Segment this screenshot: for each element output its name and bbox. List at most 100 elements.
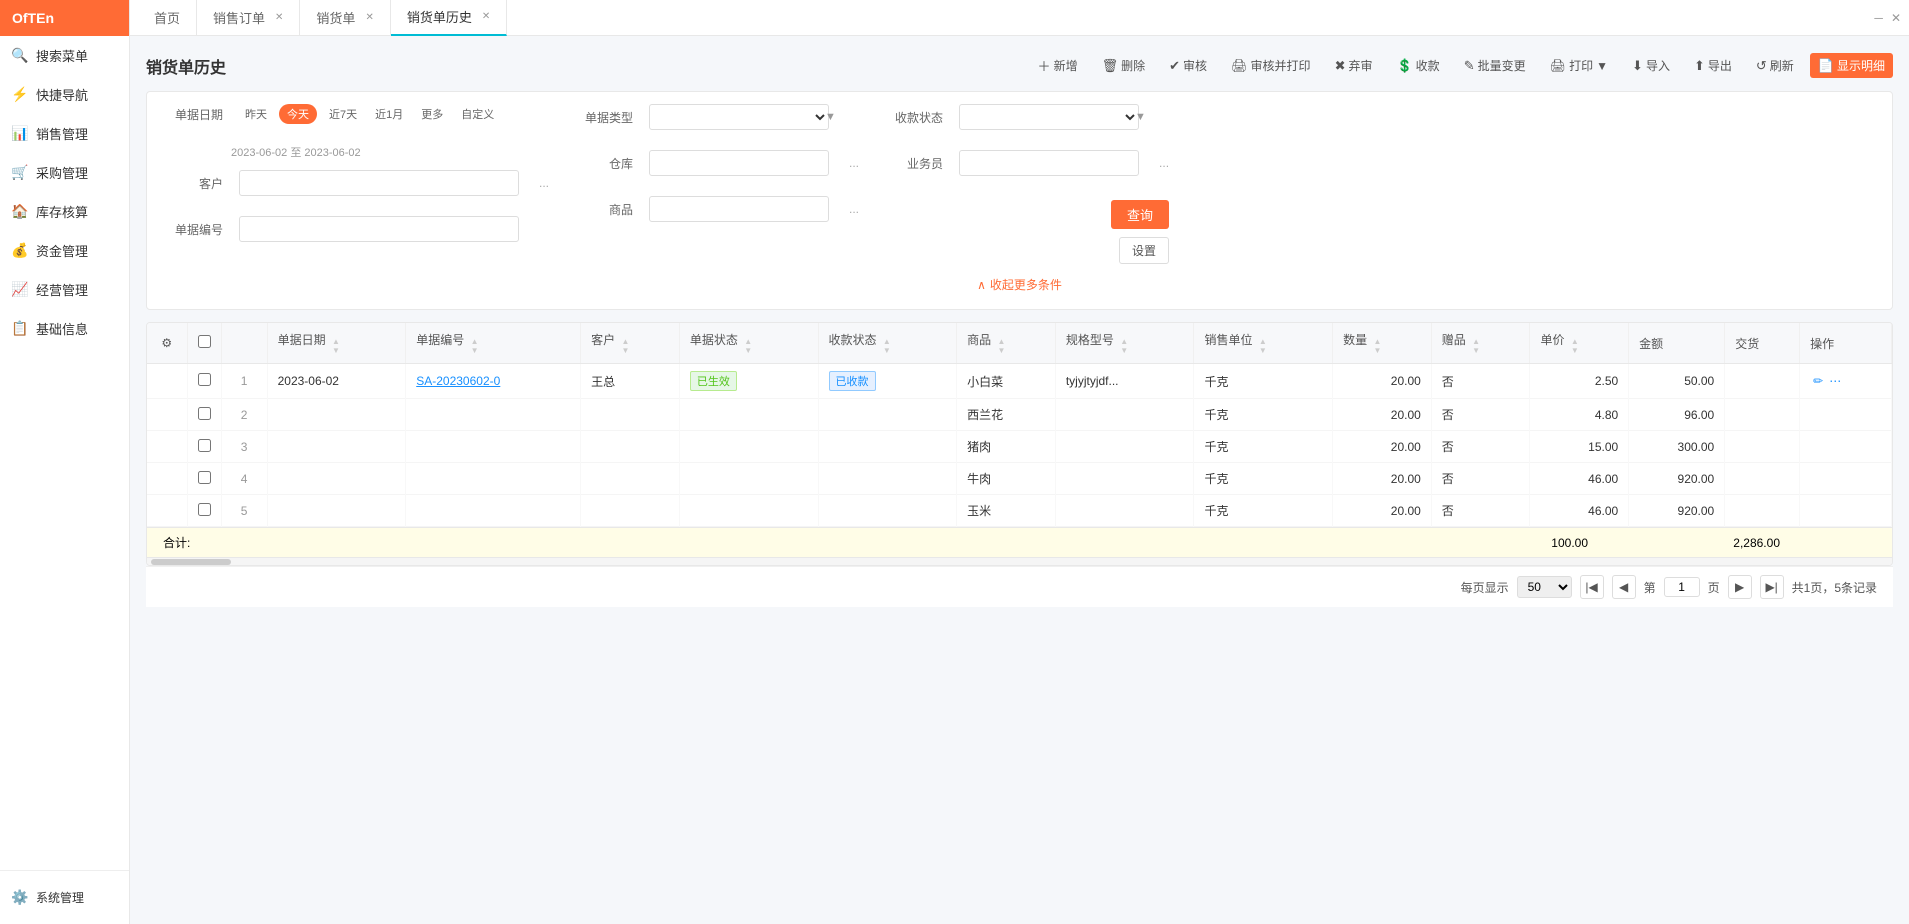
sort-collection-icon: ▲▼: [883, 338, 891, 355]
cell-checkbox[interactable]: [187, 495, 221, 527]
collect-button[interactable]: 💲 收款: [1388, 53, 1447, 78]
warehouse-dots[interactable]: ...: [849, 156, 859, 170]
cell-checkbox[interactable]: [187, 463, 221, 495]
batch-change-button[interactable]: ✎ 批量变更: [1456, 53, 1534, 78]
tab-sales-order-close[interactable]: ✕: [275, 12, 283, 23]
col-gift[interactable]: 赠品 ▲▼: [1431, 323, 1530, 364]
cell-doc-no[interactable]: [406, 431, 581, 463]
date-btn-1month[interactable]: 近1月: [369, 104, 409, 124]
salesperson-dots[interactable]: ...: [1159, 156, 1169, 170]
show-detail-button[interactable]: 📄 显示明细: [1810, 53, 1893, 78]
row-checkbox-2[interactable]: [198, 439, 211, 452]
import-button[interactable]: ⬇ 导入: [1624, 53, 1678, 78]
salesperson-input[interactable]: [959, 150, 1139, 176]
date-btn-today[interactable]: 今天: [279, 104, 317, 124]
col-customer[interactable]: 客户 ▲▼: [581, 323, 680, 364]
cell-settings: [147, 463, 187, 495]
cell-checkbox[interactable]: [187, 431, 221, 463]
close-window-icon[interactable]: ✕: [1891, 11, 1901, 25]
cell-checkbox[interactable]: [187, 399, 221, 431]
cell-doc-no[interactable]: [406, 495, 581, 527]
col-unit[interactable]: 销售单位 ▲▼: [1194, 323, 1333, 364]
row-checkbox-0[interactable]: [198, 373, 211, 386]
minimize-icon[interactable]: ─: [1874, 11, 1883, 25]
tab-home[interactable]: 首页: [138, 0, 197, 36]
date-btn-yesterday[interactable]: 昨天: [239, 104, 273, 124]
page-last-btn[interactable]: ▶|: [1760, 575, 1784, 599]
goods-dots[interactable]: ...: [849, 202, 859, 216]
col-collection-status[interactable]: 收款状态 ▲▼: [818, 323, 957, 364]
col-doc-date[interactable]: 单据日期 ▲▼: [267, 323, 406, 364]
tab-sales-history[interactable]: 销货单历史 ✕: [391, 0, 507, 36]
content-area: 销货单历史 ＋ 新增 🗑 删除 ✔ 审核 🖨 审核并打印: [130, 36, 1909, 924]
sidebar-item-finance[interactable]: 💰 资金管理: [0, 231, 129, 270]
cell-rownum: 4: [221, 463, 267, 495]
page-size-select[interactable]: 50 100: [1517, 576, 1572, 598]
goods-input[interactable]: [649, 196, 829, 222]
delete-button[interactable]: 🗑 删除: [1094, 53, 1154, 78]
cell-unit-price: 46.00: [1530, 495, 1629, 527]
export-button[interactable]: ⬆ 导出: [1686, 53, 1740, 78]
op-edit-btn[interactable]: ✏: [1813, 374, 1823, 388]
col-unit-price[interactable]: 单价 ▲▼: [1530, 323, 1629, 364]
page-number-input[interactable]: [1664, 577, 1700, 597]
collapse-more-btn[interactable]: ∧ 收起更多条件: [973, 272, 1066, 297]
abandon-button[interactable]: ✖ 弃审: [1327, 53, 1381, 78]
summary-total-quantity: 100.00: [1508, 536, 1588, 550]
sidebar-item-search-menu[interactable]: 🔍 搜索菜单: [0, 36, 129, 75]
tab-sales-goods[interactable]: 销货单 ✕: [300, 0, 390, 36]
cell-doc-no[interactable]: [406, 399, 581, 431]
cell-doc-no[interactable]: [406, 463, 581, 495]
sidebar-item-system-mgmt[interactable]: ⚙️ 系统管理: [0, 879, 129, 916]
review-button[interactable]: ✔ 审核: [1161, 53, 1215, 78]
refresh-button[interactable]: ↺ 刷新: [1748, 53, 1802, 78]
sidebar-item-inventory[interactable]: 🏠 库存核算: [0, 192, 129, 231]
date-filter-row: 单据日期 昨天 今天 近7天 近1月 更多 自定义: [163, 104, 549, 124]
doctype-select[interactable]: [649, 104, 829, 130]
page-next-btn[interactable]: ▶: [1728, 575, 1752, 599]
sidebar-item-purchase-mgmt[interactable]: 🛒 采购管理: [0, 153, 129, 192]
set-button[interactable]: 设置: [1119, 237, 1169, 264]
h-scroll[interactable]: [147, 557, 1892, 565]
sidebar-item-basic-info[interactable]: 📋 基础信息: [0, 309, 129, 348]
cell-checkbox[interactable]: [187, 364, 221, 399]
page-prev-btn[interactable]: ◀: [1612, 575, 1636, 599]
col-quantity[interactable]: 数量 ▲▼: [1333, 323, 1432, 364]
row-checkbox-4[interactable]: [198, 503, 211, 516]
sidebar-item-quick-nav[interactable]: ⚡ 快捷导航: [0, 75, 129, 114]
collection-status-select[interactable]: [959, 104, 1139, 130]
tab-sales-order[interactable]: 销售订单 ✕: [197, 0, 300, 36]
sidebar-item-operations[interactable]: 📈 经营管理: [0, 270, 129, 309]
cell-settings: [147, 431, 187, 463]
review-print-button[interactable]: 🖨 审核并打印: [1223, 53, 1319, 78]
col-goods[interactable]: 商品 ▲▼: [957, 323, 1056, 364]
customer-input[interactable]: [239, 170, 519, 196]
col-spec[interactable]: 规格型号 ▲▼: [1055, 323, 1194, 364]
docno-input[interactable]: [239, 216, 519, 242]
col-settings[interactable]: ⚙: [147, 323, 187, 364]
col-doc-status[interactable]: 单据状态 ▲▼: [679, 323, 818, 364]
date-btn-custom[interactable]: 自定义: [455, 104, 500, 124]
cell-unit: 千克: [1194, 431, 1333, 463]
warehouse-input[interactable]: [649, 150, 829, 176]
col-doc-no[interactable]: 单据编号 ▲▼: [406, 323, 581, 364]
date-btn-7days[interactable]: 近7天: [323, 104, 363, 124]
page-first-btn[interactable]: |◀: [1580, 575, 1604, 599]
sidebar-item-sales-mgmt[interactable]: 📊 销售管理: [0, 114, 129, 153]
tab-sales-goods-close[interactable]: ✕: [365, 12, 373, 23]
cell-doc-no[interactable]: SA-20230602-0: [406, 364, 581, 399]
tab-sales-history-close[interactable]: ✕: [482, 11, 490, 22]
customer-dots[interactable]: ...: [539, 176, 549, 190]
date-btn-more[interactable]: 更多: [415, 104, 449, 124]
h-scroll-thumb[interactable]: [151, 559, 231, 565]
query-button[interactable]: 查询: [1111, 200, 1169, 229]
op-more-btn[interactable]: ⋯: [1829, 374, 1841, 388]
row-checkbox-3[interactable]: [198, 471, 211, 484]
col-rownum: [221, 323, 267, 364]
new-button[interactable]: ＋ 新增: [1030, 52, 1086, 79]
row-checkbox-1[interactable]: [198, 407, 211, 420]
select-all-checkbox[interactable]: [198, 335, 211, 348]
print-button[interactable]: 🖨 打印 ▼: [1542, 53, 1616, 78]
cell-goods: 玉米: [957, 495, 1056, 527]
cell-unit-price: 15.00: [1530, 431, 1629, 463]
